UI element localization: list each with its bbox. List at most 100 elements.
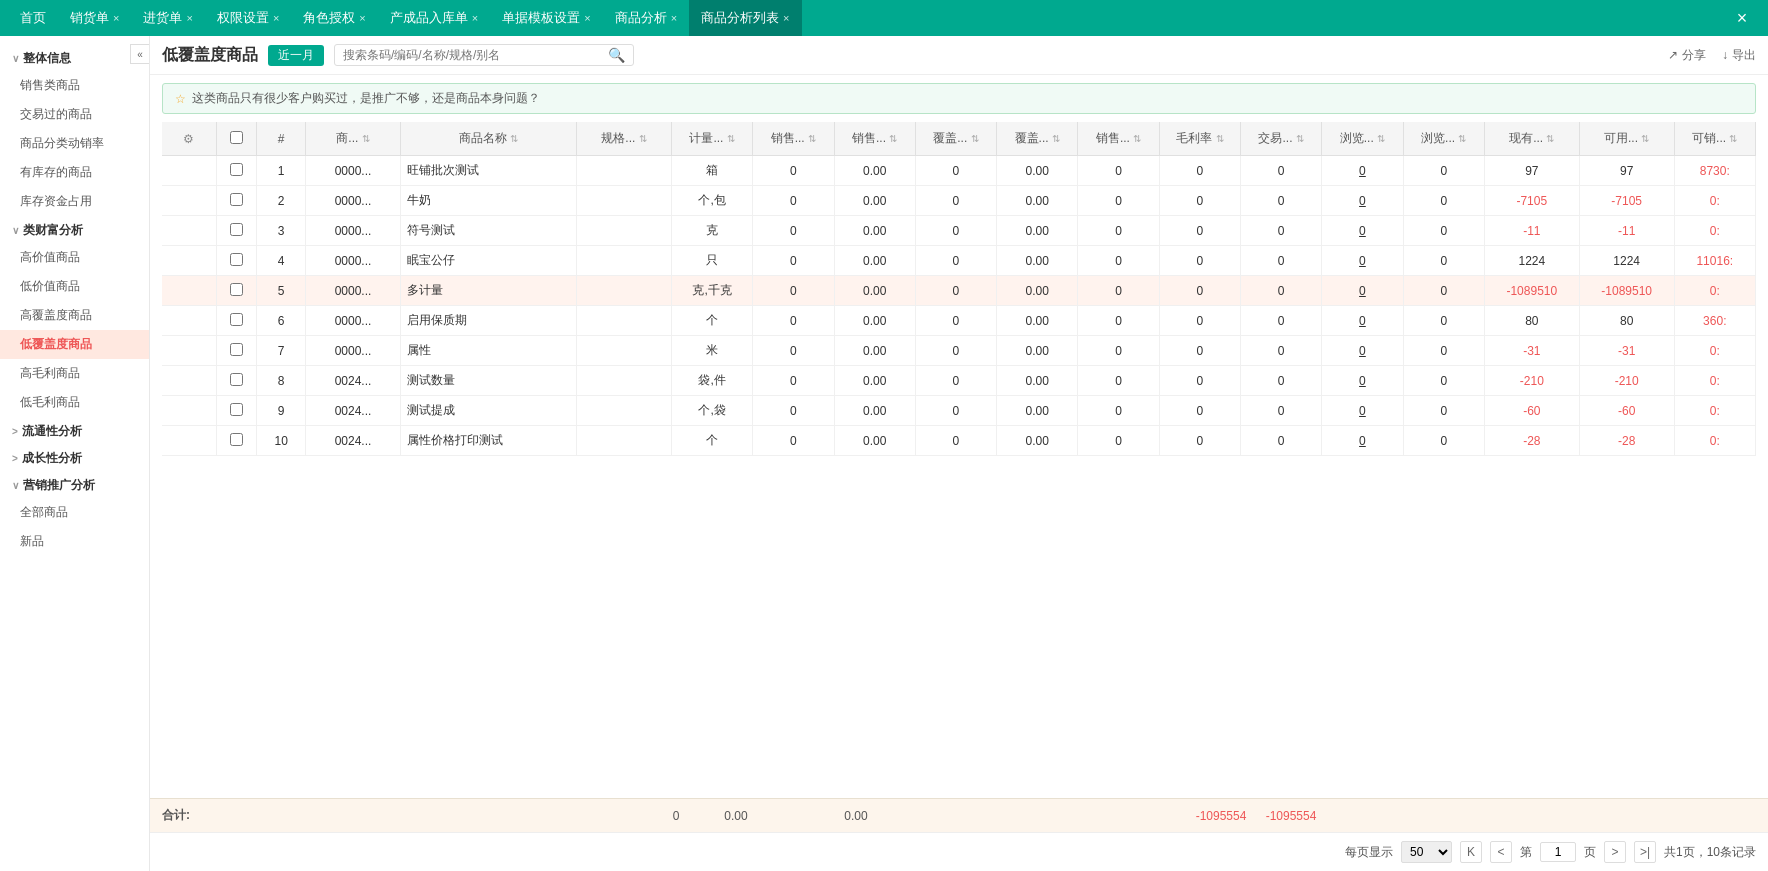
- col-settings[interactable]: ⚙: [162, 122, 216, 156]
- cell-checkbox[interactable]: [216, 186, 257, 216]
- nav-close-templates[interactable]: ×: [584, 0, 590, 36]
- col-sales1[interactable]: 销售... ⇅: [753, 122, 834, 156]
- cell-browse1[interactable]: 0: [1322, 246, 1403, 276]
- col-unit[interactable]: 计量... ⇅: [671, 122, 752, 156]
- cell-checkbox[interactable]: [216, 156, 257, 186]
- nav-close-roles[interactable]: ×: [359, 0, 365, 36]
- cell-checkbox[interactable]: [216, 306, 257, 336]
- cell-checkbox[interactable]: [216, 276, 257, 306]
- search-icon[interactable]: 🔍: [608, 47, 625, 63]
- window-close-button[interactable]: ×: [1724, 0, 1760, 36]
- col-browse1[interactable]: 浏览... ⇅: [1322, 122, 1403, 156]
- row-checkbox-4[interactable]: [230, 283, 243, 296]
- sidebar-item-sales-goods[interactable]: 销售类商品: [0, 71, 149, 100]
- sidebar-item-high-coverage[interactable]: 高覆盖度商品: [0, 301, 149, 330]
- col-sales3[interactable]: 销售... ⇅: [1078, 122, 1159, 156]
- col-trans[interactable]: 交易... ⇅: [1241, 122, 1322, 156]
- row-checkbox-3[interactable]: [230, 253, 243, 266]
- sidebar-section-marketing[interactable]: ∨ 营销推广分析: [0, 471, 149, 498]
- sidebar-section-wealth[interactable]: ∨ 类财富分析: [0, 216, 149, 243]
- sidebar-item-all-goods[interactable]: 全部商品: [0, 498, 149, 527]
- cell-browse1[interactable]: 0: [1322, 156, 1403, 186]
- nav-roles[interactable]: 角色授权 ×: [291, 0, 377, 36]
- select-all-checkbox[interactable]: [230, 131, 243, 144]
- col-name[interactable]: 商品名称 ⇅: [400, 122, 576, 156]
- sidebar-item-low-value[interactable]: 低价值商品: [0, 272, 149, 301]
- sidebar-item-stocked-goods[interactable]: 有库存的商品: [0, 158, 149, 187]
- sidebar-section-growth[interactable]: > 成长性分析: [0, 444, 149, 471]
- first-page-button[interactable]: K: [1460, 841, 1482, 863]
- nav-close-analysis-list[interactable]: ×: [783, 0, 789, 36]
- sidebar-item-low-margin[interactable]: 低毛利商品: [0, 388, 149, 417]
- nav-templates[interactable]: 单据模板设置 ×: [490, 0, 602, 36]
- col-code[interactable]: 商... ⇅: [306, 122, 401, 156]
- cell-browse1[interactable]: 0: [1322, 216, 1403, 246]
- cell-checkbox[interactable]: [216, 426, 257, 456]
- sidebar-collapse-button[interactable]: «: [130, 44, 150, 64]
- row-checkbox-6[interactable]: [230, 343, 243, 356]
- col-spec[interactable]: 规格... ⇅: [577, 122, 672, 156]
- cell-browse1[interactable]: 0: [1322, 426, 1403, 456]
- sidebar-item-low-coverage[interactable]: 低覆盖度商品: [0, 330, 149, 359]
- nav-home[interactable]: 首页: [8, 0, 58, 36]
- date-filter-button[interactable]: 近一月: [268, 45, 324, 66]
- col-gross[interactable]: 毛利率 ⇅: [1159, 122, 1240, 156]
- cell-checkbox[interactable]: [216, 336, 257, 366]
- nav-analysis-list[interactable]: 商品分析列表 ×: [689, 0, 801, 36]
- nav-close-sales[interactable]: ×: [113, 0, 119, 36]
- cell-checkbox[interactable]: [216, 396, 257, 426]
- settings-icon[interactable]: ⚙: [183, 132, 194, 146]
- cell-checkbox[interactable]: [216, 216, 257, 246]
- row-checkbox-1[interactable]: [230, 193, 243, 206]
- nav-close-products[interactable]: ×: [472, 0, 478, 36]
- share-button[interactable]: ↗ 分享: [1668, 47, 1706, 64]
- cell-browse1[interactable]: 0: [1322, 366, 1403, 396]
- prev-page-button[interactable]: <: [1490, 841, 1512, 863]
- sidebar-item-new-goods[interactable]: 新品: [0, 527, 149, 556]
- nav-purchase[interactable]: 进货单 ×: [131, 0, 204, 36]
- sidebar-section-overall[interactable]: ∨ 整体信息: [0, 44, 149, 71]
- row-checkbox-9[interactable]: [230, 433, 243, 446]
- nav-sales[interactable]: 销货单 ×: [58, 0, 131, 36]
- sidebar-item-high-margin[interactable]: 高毛利商品: [0, 359, 149, 388]
- sidebar-item-category-rate[interactable]: 商品分类动销率: [0, 129, 149, 158]
- nav-analysis[interactable]: 商品分析 ×: [603, 0, 689, 36]
- cell-browse1[interactable]: 0: [1322, 186, 1403, 216]
- row-checkbox-5[interactable]: [230, 313, 243, 326]
- row-checkbox-8[interactable]: [230, 403, 243, 416]
- col-browse2[interactable]: 浏览... ⇅: [1403, 122, 1484, 156]
- col-cover1[interactable]: 覆盖... ⇅: [915, 122, 996, 156]
- nav-close-permissions[interactable]: ×: [273, 0, 279, 36]
- nav-products[interactable]: 产成品入库单 ×: [378, 0, 490, 36]
- table-row: 6 0000... 启用保质期 个 0 0.00 0 0.00 0 0 0 0 …: [162, 306, 1756, 336]
- cell-cover1: 0: [915, 186, 996, 216]
- next-page-button[interactable]: >: [1604, 841, 1626, 863]
- row-checkbox-2[interactable]: [230, 223, 243, 236]
- nav-close-purchase[interactable]: ×: [186, 0, 192, 36]
- col-cover2[interactable]: 覆盖... ⇅: [997, 122, 1078, 156]
- cell-browse1[interactable]: 0: [1322, 336, 1403, 366]
- cell-checkbox[interactable]: [216, 246, 257, 276]
- last-page-button[interactable]: >|: [1634, 841, 1656, 863]
- nav-close-analysis[interactable]: ×: [671, 0, 677, 36]
- row-checkbox-7[interactable]: [230, 373, 243, 386]
- col-available[interactable]: 可用... ⇅: [1579, 122, 1674, 156]
- sidebar-item-high-value[interactable]: 高价值商品: [0, 243, 149, 272]
- cell-checkbox[interactable]: [216, 366, 257, 396]
- nav-permissions[interactable]: 权限设置 ×: [205, 0, 291, 36]
- cell-browse1[interactable]: 0: [1322, 306, 1403, 336]
- export-button[interactable]: ↓ 导出: [1722, 47, 1756, 64]
- col-sales2[interactable]: 销售... ⇅: [834, 122, 915, 156]
- row-checkbox-0[interactable]: [230, 163, 243, 176]
- search-input[interactable]: [343, 48, 604, 62]
- col-current[interactable]: 现有... ⇅: [1484, 122, 1579, 156]
- cell-spec: [577, 426, 672, 456]
- sidebar-item-traded-goods[interactable]: 交易过的商品: [0, 100, 149, 129]
- col-saleable[interactable]: 可销... ⇅: [1674, 122, 1755, 156]
- sidebar-section-liquidity[interactable]: > 流通性分析: [0, 417, 149, 444]
- cell-browse1[interactable]: 0: [1322, 396, 1403, 426]
- sidebar-item-inventory-capital[interactable]: 库存资金占用: [0, 187, 149, 216]
- page-number-input[interactable]: [1540, 842, 1576, 862]
- per-page-select[interactable]: 50 100 200: [1401, 841, 1452, 863]
- cell-browse1[interactable]: 0: [1322, 276, 1403, 306]
